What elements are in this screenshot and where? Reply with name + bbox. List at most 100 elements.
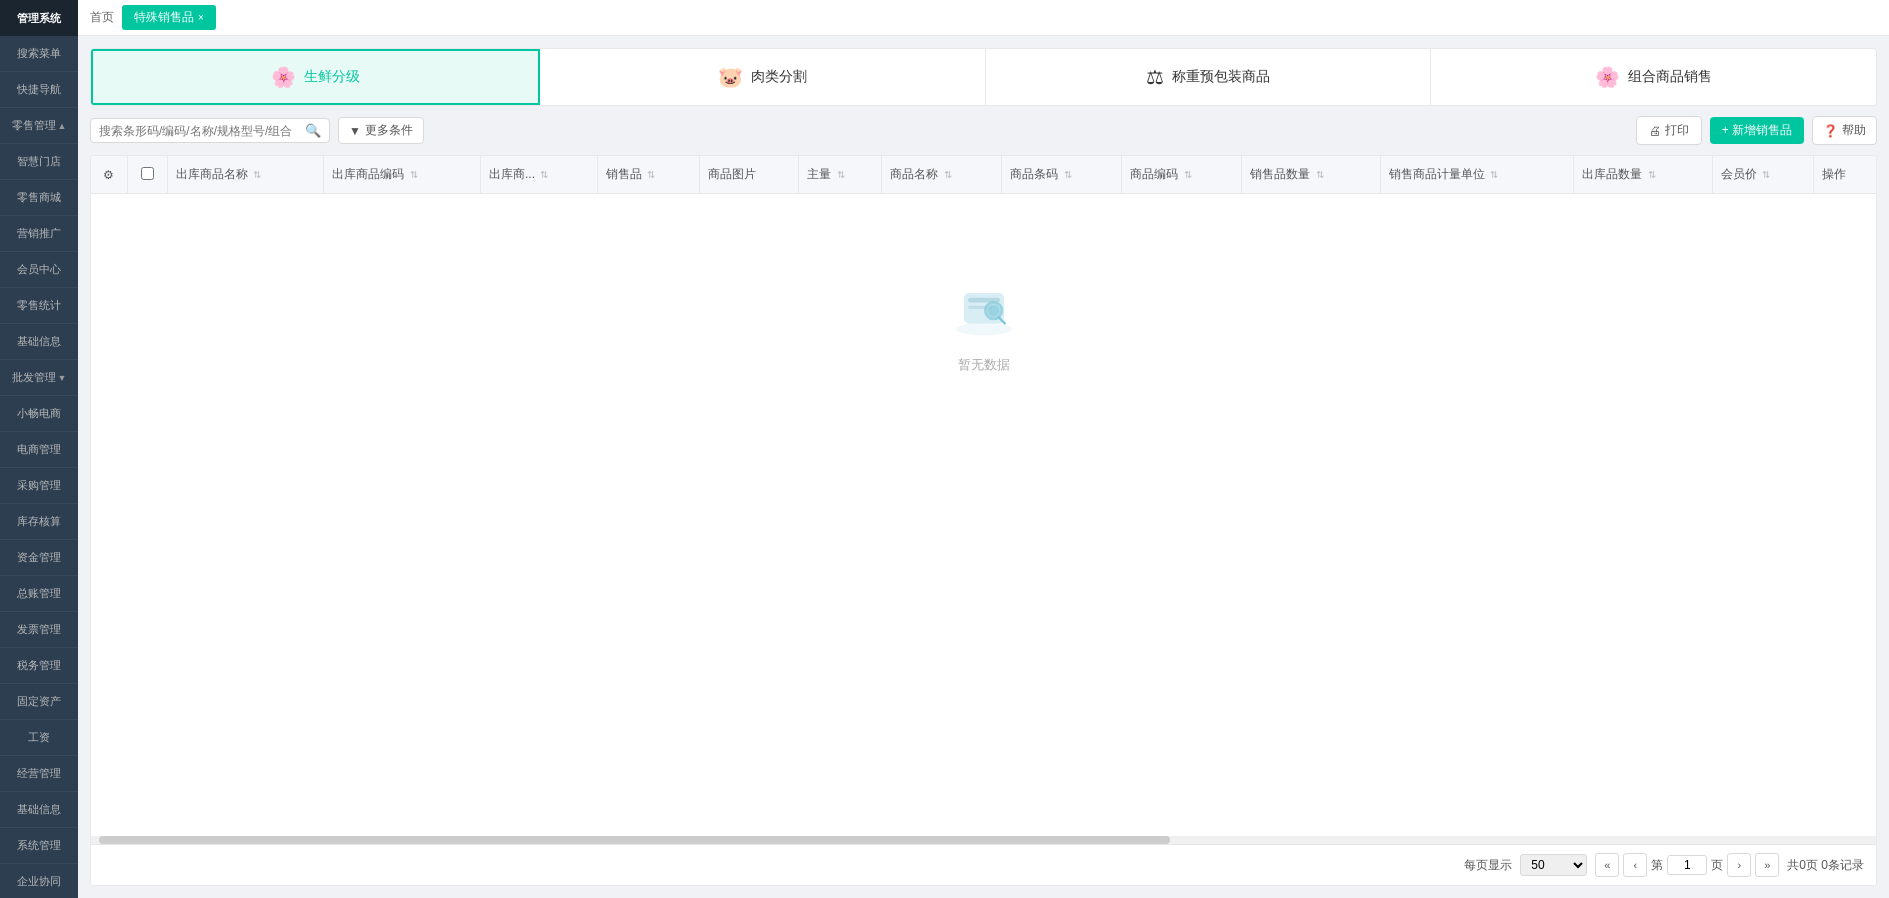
sidebar-item-quick-nav[interactable]: 快捷导航 — [0, 72, 78, 108]
first-page-button[interactable]: « — [1595, 853, 1619, 877]
prev-page-button[interactable]: ‹ — [1623, 853, 1647, 877]
print-icon: 🖨 — [1649, 124, 1661, 138]
cat-tab-combo-sale[interactable]: 🌸 组合商品销售 — [1431, 49, 1876, 105]
sort-icon: ⇅ — [1648, 169, 1656, 180]
sidebar-item-operation-mgmt[interactable]: 经营管理 — [0, 756, 78, 792]
sidebar-item-retail-mgmt[interactable]: 零售管理 ▲ — [0, 108, 78, 144]
page-unit-label: 页 — [1711, 857, 1723, 874]
data-table: ⚙ 出库商品名称 ⇅ 出库商品编码 ⇅ — [90, 155, 1877, 886]
weight-prepack-icon: ⚖ — [1146, 65, 1164, 89]
pagination: 每页显示 20 50 100 « ‹ 第 页 › » 共0页 0条记录 — [91, 844, 1876, 885]
sidebar-item-search-order[interactable]: 搜索菜单 — [0, 36, 78, 72]
help-icon: ❓ — [1823, 124, 1838, 138]
sidebar-item-enterprise-coop[interactable]: 企业协同 — [0, 864, 78, 898]
th-goods-barcode[interactable]: 商品条码 ⇅ — [1002, 156, 1122, 194]
sidebar-item-smart-store[interactable]: 智慧门店 — [0, 144, 78, 180]
search-icon[interactable]: 🔍 — [305, 123, 321, 138]
cat-tab-meat-cut[interactable]: 🐷 肉类分割 — [540, 49, 986, 105]
cat-tab-weight-prepack[interactable]: ⚖ 称重预包装商品 — [986, 49, 1432, 105]
sidebar-item-fixed-assets[interactable]: 固定资产 — [0, 684, 78, 720]
table-header-row: ⚙ 出库商品名称 ⇅ 出库商品编码 ⇅ — [91, 156, 1876, 194]
th-out-qty[interactable]: 出库品数量 ⇅ — [1574, 156, 1712, 194]
cat-tab-fresh-grade[interactable]: 🌸 生鲜分级 — [91, 49, 540, 105]
th-goods-code[interactable]: 商品编码 ⇅ — [1122, 156, 1242, 194]
next-page-button[interactable]: › — [1727, 853, 1751, 877]
th-out-goods-name[interactable]: 出库商品名称 ⇅ — [167, 156, 324, 194]
sort-icon: ⇅ — [1064, 169, 1072, 180]
add-sale-button[interactable]: + 新增销售品 — [1710, 117, 1804, 144]
cat-tab-label: 称重预包装商品 — [1172, 68, 1270, 86]
th-goods-image: 商品图片 — [699, 156, 799, 194]
sidebar-item-mini-ecommerce[interactable]: 小畅电商 — [0, 396, 78, 432]
empty-icon — [944, 274, 1024, 344]
sort-icon: ⇅ — [540, 169, 548, 180]
th-sale-goods[interactable]: 销售品 ⇅ — [598, 156, 700, 194]
topbar: 首页 特殊销售品 × — [78, 0, 1889, 36]
empty-row: 暂无数据 — [91, 194, 1876, 455]
horizontal-scrollbar[interactable] — [91, 836, 1876, 844]
select-all-checkbox[interactable] — [141, 167, 154, 180]
table-body: 暂无数据 — [91, 194, 1876, 455]
sidebar-item-tax-mgmt[interactable]: 税务管理 — [0, 648, 78, 684]
sidebar-item-invoice-mgmt[interactable]: 发票管理 — [0, 612, 78, 648]
sort-icon: ⇅ — [837, 169, 845, 180]
svg-point-0 — [956, 323, 1012, 336]
fresh-grade-icon: 🌸 — [271, 65, 296, 89]
cat-tab-label: 组合商品销售 — [1628, 68, 1712, 86]
tab-close-icon[interactable]: × — [198, 12, 204, 23]
sidebar-item-retail-stats[interactable]: 零售统计 — [0, 288, 78, 324]
sidebar-item-label: 批发管理 — [12, 370, 56, 385]
th-out-goods-spec[interactable]: 出库商... ⇅ — [481, 156, 598, 194]
th-goods-name[interactable]: 商品名称 ⇅ — [882, 156, 1002, 194]
scrollbar-thumb — [99, 836, 1170, 844]
sidebar-item-purchase-mgmt[interactable]: 采购管理 — [0, 468, 78, 504]
sidebar-item-wages[interactable]: 工资 — [0, 720, 78, 756]
th-sale-unit[interactable]: 销售商品计量单位 ⇅ — [1380, 156, 1574, 194]
sidebar-item-basic-info2[interactable]: 基础信息 — [0, 792, 78, 828]
table: ⚙ 出库商品名称 ⇅ 出库商品编码 ⇅ — [91, 156, 1876, 454]
chevron-down-icon: ▲ — [58, 121, 67, 131]
chevron-down-icon: ▼ — [58, 373, 67, 383]
search-input[interactable] — [99, 124, 305, 138]
th-member-price[interactable]: 会员价 ⇅ — [1712, 156, 1814, 194]
page-number-input[interactable] — [1667, 855, 1707, 875]
print-label: 打印 — [1665, 122, 1689, 139]
help-button[interactable]: ❓ 帮助 — [1812, 116, 1877, 145]
th-checkbox[interactable] — [127, 156, 167, 194]
th-sale-qty[interactable]: 销售品数量 ⇅ — [1242, 156, 1380, 194]
sidebar-item-retail-mall[interactable]: 零售商城 — [0, 180, 78, 216]
page-total-label: 共0页 0条记录 — [1787, 857, 1864, 874]
sidebar-item-ecommerce-mgmt[interactable]: 电商管理 — [0, 432, 78, 468]
toolbar-left: 🔍 ▼ 更多条件 — [90, 117, 424, 144]
last-page-button[interactable]: » — [1755, 853, 1779, 877]
sort-icon: ⇅ — [1184, 169, 1192, 180]
combo-sale-icon: 🌸 — [1595, 65, 1620, 89]
th-settings[interactable]: ⚙ — [91, 156, 127, 194]
th-out-goods-code[interactable]: 出库商品编码 ⇅ — [324, 156, 481, 194]
sidebar-item-inventory-check[interactable]: 库存核算 — [0, 504, 78, 540]
sort-icon: ⇅ — [410, 169, 418, 180]
sidebar-item-system-mgmt[interactable]: 系统管理 — [0, 828, 78, 864]
sidebar-item-general-ledger[interactable]: 总账管理 — [0, 576, 78, 612]
add-label: + 新增销售品 — [1722, 122, 1792, 139]
page-size-select[interactable]: 20 50 100 — [1520, 854, 1587, 876]
filter-icon: ▼ — [349, 124, 361, 138]
sidebar-item-wholesale-mgmt[interactable]: 批发管理 ▼ — [0, 360, 78, 396]
help-label: 帮助 — [1842, 122, 1866, 139]
sidebar-item-marketing[interactable]: 营销推广 — [0, 216, 78, 252]
sidebar-item-basic-info[interactable]: 基础信息 — [0, 324, 78, 360]
sort-icon: ⇅ — [647, 169, 655, 180]
topbar-home[interactable]: 首页 — [90, 9, 114, 26]
main-content: 首页 特殊销售品 × 🌸 生鲜分级 🐷 肉类分割 ⚖ 称重预包装商品 🌸 组合商… — [78, 0, 1889, 898]
th-main-unit[interactable]: 主量 ⇅ — [799, 156, 882, 194]
sidebar-item-members[interactable]: 会员中心 — [0, 252, 78, 288]
toolbar: 🔍 ▼ 更多条件 🖨 打印 + 新增销售品 ❓ 帮助 — [90, 116, 1877, 145]
filter-button[interactable]: ▼ 更多条件 — [338, 117, 424, 144]
table-scroll[interactable]: ⚙ 出库商品名称 ⇅ 出库商品编码 ⇅ — [91, 156, 1876, 836]
print-button[interactable]: 🖨 打印 — [1636, 116, 1702, 145]
app-logo: 管理系统 — [0, 0, 78, 36]
sidebar-item-funds-mgmt[interactable]: 资金管理 — [0, 540, 78, 576]
topbar-active-tab[interactable]: 特殊销售品 × — [122, 5, 216, 30]
search-box[interactable]: 🔍 — [90, 118, 330, 143]
page-nav: « ‹ 第 页 › » — [1595, 853, 1779, 877]
